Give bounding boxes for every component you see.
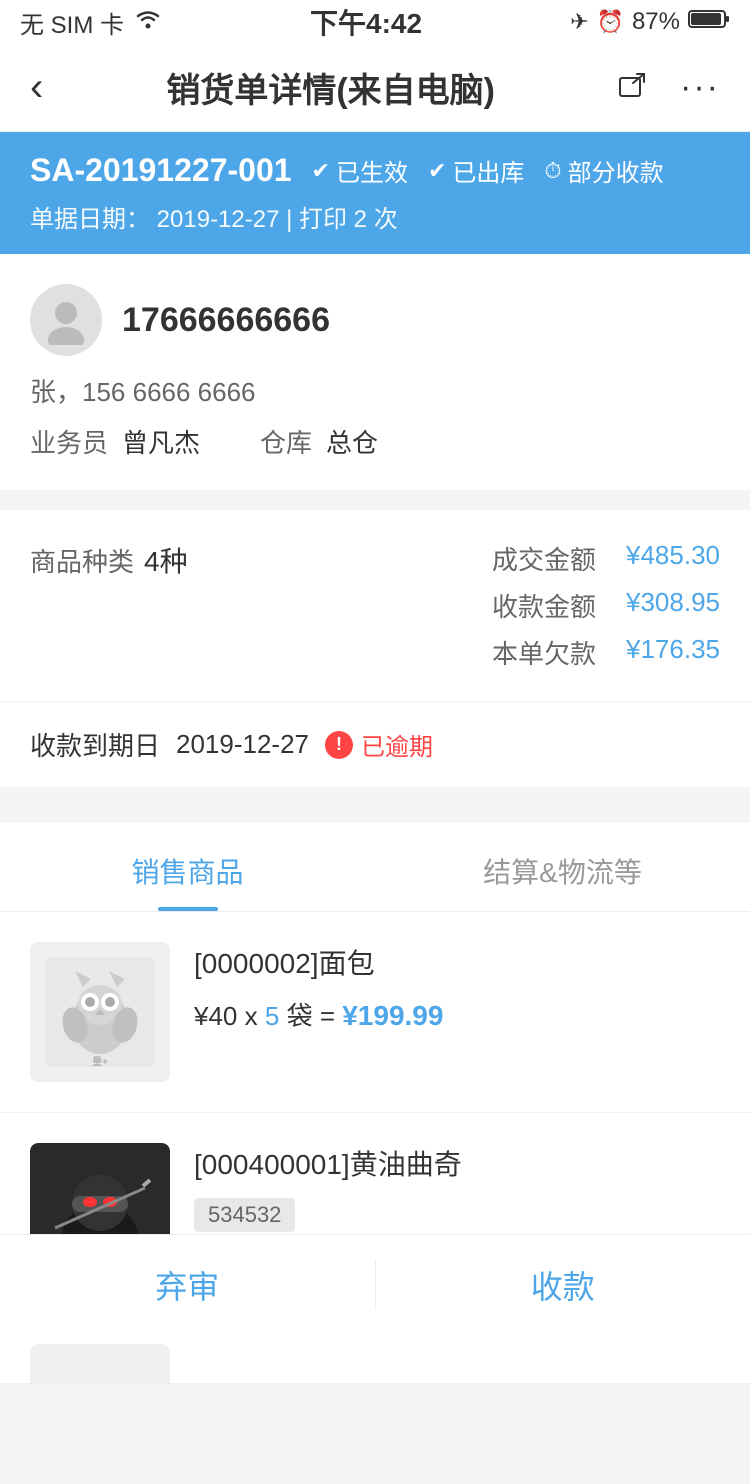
- customer-name: 张，156 6666 6666: [30, 372, 720, 409]
- due-section: 收款到期日 2019-12-27 ! 已逾期: [0, 701, 750, 787]
- owed-value: ¥176.35: [626, 634, 720, 671]
- customer-meta: 业务员 曾凡杰 仓库 总仓: [30, 423, 720, 460]
- sales-rep-label: 业务员: [30, 423, 108, 460]
- wifi-icon: [134, 8, 162, 36]
- product-item-1: 量+ [0000002]面包 ¥40 x 5 袋 = ¥199.99: [0, 912, 750, 1113]
- carrier-label: 无 SIM 卡: [20, 5, 124, 40]
- status-time: 下午4:42: [310, 2, 422, 42]
- deal-amount-label: 成交金额: [492, 540, 596, 577]
- order-id: SA-20191227-001: [30, 152, 292, 189]
- nav-bar: ‹ 销货单详情(来自电脑) ···: [0, 44, 750, 132]
- bottom-bar: 弃审 收款: [0, 1234, 750, 1334]
- product-type-value: 4种: [144, 540, 188, 580]
- divider-1: [0, 490, 750, 510]
- collected-item: 收款金额 ¥308.95: [492, 587, 720, 624]
- overdue-icon: !: [325, 731, 353, 759]
- check-icon-active: ✔: [312, 158, 330, 184]
- summary-section: 商品种类 4种 成交金额 ¥485.30 收款金额 ¥308.95 本单欠款 ¥…: [0, 510, 750, 701]
- due-date-value: 2019-12-27: [176, 729, 309, 760]
- order-header: SA-20191227-001 ✔ 已生效 ✔ 已出库 ⏱ 部分收款 单据日期：…: [0, 132, 750, 254]
- svg-text:量+: 量+: [92, 1056, 108, 1067]
- cancel-button[interactable]: 弃审: [0, 1242, 375, 1328]
- status-bar: 无 SIM 卡 下午4:42 ✈ ⏰ 87%: [0, 0, 750, 44]
- order-date-line: 单据日期： 2019-12-27 | 打印 2 次: [30, 199, 720, 234]
- product-details-1: [0000002]面包 ¥40 x 5 袋 = ¥199.99: [194, 942, 720, 1082]
- clock-icon: ⏱: [544, 158, 561, 184]
- sales-rep-value: 曾凡杰: [122, 423, 200, 460]
- overdue-text: 已逾期: [361, 727, 433, 762]
- status-partial: ⏱ 部分收款: [544, 153, 663, 188]
- warehouse-item: 仓库 总仓: [260, 423, 378, 460]
- product-name-1: [0000002]面包: [194, 942, 720, 982]
- product-type-label: 商品种类: [30, 542, 134, 579]
- owed-label: 本单欠款: [492, 634, 596, 671]
- alarm-icon: ⏰: [597, 9, 624, 35]
- warehouse-label: 仓库: [260, 423, 312, 460]
- check-icon-shipped: ✔: [428, 158, 446, 184]
- customer-phone: 17666666666: [122, 301, 330, 340]
- product-image-1: 量+: [30, 942, 170, 1082]
- collected-label: 收款金额: [492, 587, 596, 624]
- deal-amount-item: 成交金额 ¥485.30: [492, 540, 720, 577]
- status-right: ✈ ⏰ 87%: [570, 8, 730, 37]
- warehouse-value: 总仓: [326, 423, 378, 460]
- product-price-1: ¥40 x 5 袋 = ¥199.99: [194, 996, 720, 1033]
- customer-section: 17666666666 张，156 6666 6666 业务员 曾凡杰 仓库 总…: [0, 254, 750, 490]
- product-total-1: ¥199.99: [342, 1000, 443, 1031]
- product-qty-1: 5: [265, 1001, 279, 1031]
- page-title: 销货单详情(来自电脑): [166, 63, 495, 112]
- tabs: 销售商品 结算&物流等: [0, 823, 750, 912]
- partial-product-image: [30, 1344, 170, 1384]
- share-icon[interactable]: [618, 68, 650, 108]
- divider-2: [0, 787, 750, 807]
- status-shipped: ✔ 已出库: [428, 153, 524, 188]
- product-count-area: 商品种类 4种: [30, 540, 188, 580]
- battery-label: 87%: [632, 8, 680, 36]
- status-active: ✔ 已生效: [312, 153, 408, 188]
- owed-item: 本单欠款 ¥176.35: [492, 634, 720, 671]
- nav-right-actions: ···: [618, 68, 720, 108]
- back-button[interactable]: ‹: [30, 65, 43, 110]
- tab-settlement[interactable]: 结算&物流等: [375, 823, 750, 911]
- due-label: 收款到期日: [30, 726, 160, 763]
- overdue-badge: ! 已逾期: [325, 727, 433, 762]
- location-icon: ✈: [570, 9, 588, 35]
- confirm-button[interactable]: 收款: [376, 1242, 750, 1328]
- status-left: 无 SIM 卡: [20, 5, 162, 40]
- battery-icon: [688, 8, 730, 37]
- tab-sales-products[interactable]: 销售商品: [0, 823, 375, 911]
- sales-rep-item: 业务员 曾凡杰: [30, 423, 200, 460]
- more-icon[interactable]: ···: [680, 68, 720, 107]
- amount-summary: 成交金额 ¥485.30 收款金额 ¥308.95 本单欠款 ¥176.35: [492, 540, 720, 671]
- deal-amount-value: ¥485.30: [626, 540, 720, 577]
- product-name-2: [000400001]黄油曲奇: [194, 1143, 720, 1183]
- avatar: [30, 284, 102, 356]
- collected-value: ¥308.95: [626, 587, 720, 624]
- product-tag-2: 534532: [194, 1198, 295, 1232]
